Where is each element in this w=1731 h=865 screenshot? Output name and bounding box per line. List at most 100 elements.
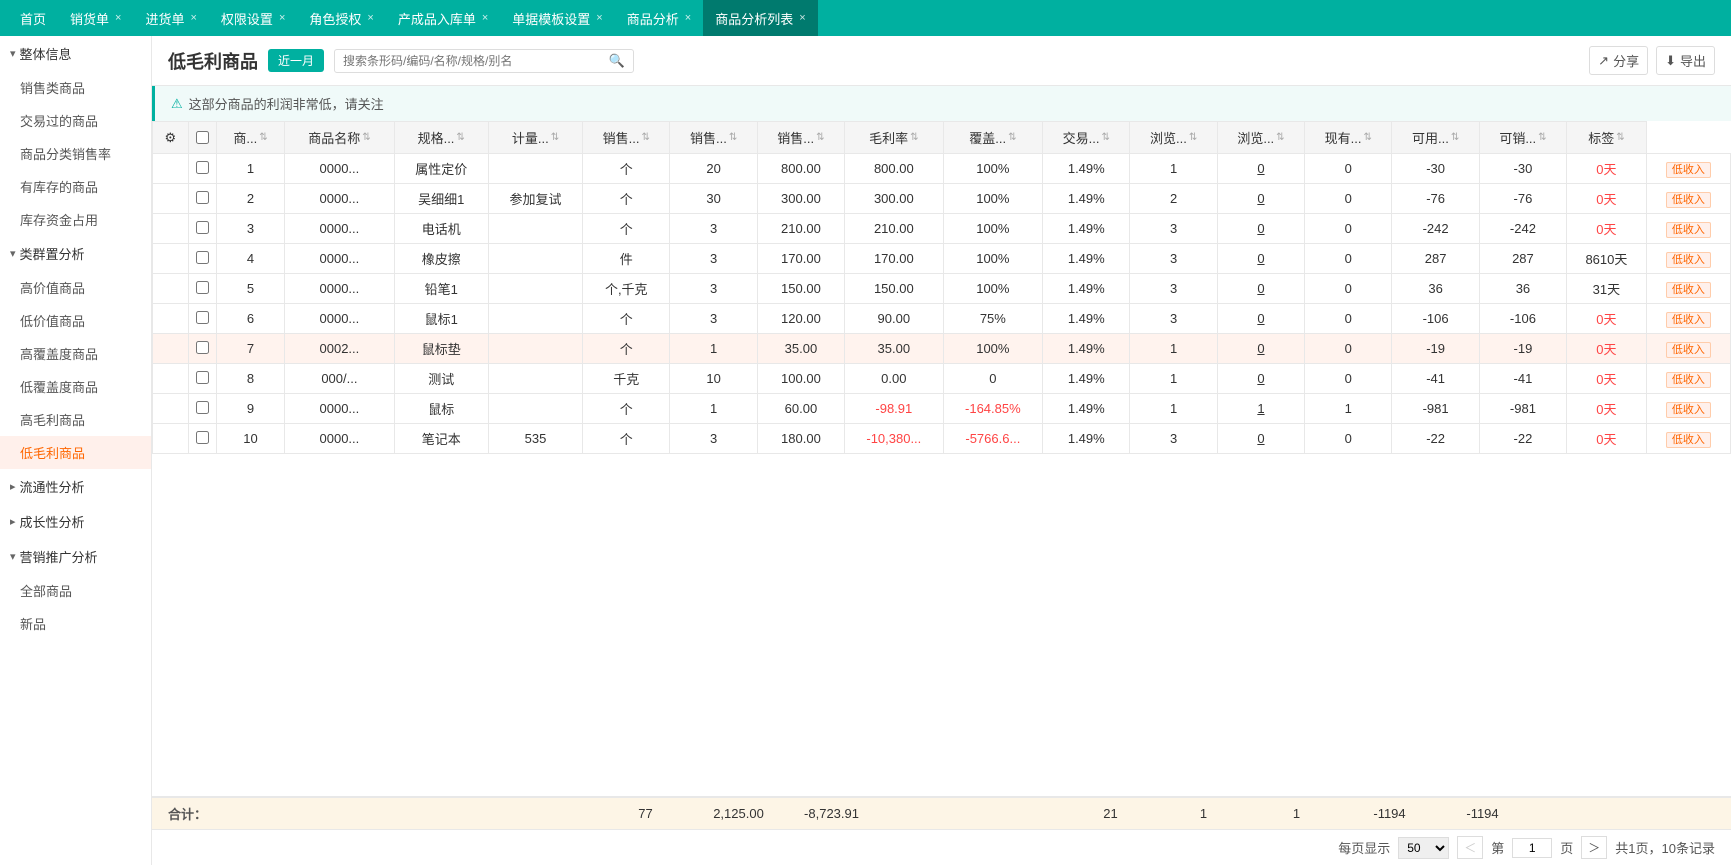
close-icon[interactable]: × bbox=[596, 12, 602, 24]
cell-browse1[interactable]: 0 bbox=[1217, 154, 1304, 184]
row-checkbox[interactable] bbox=[196, 281, 209, 294]
close-icon[interactable]: × bbox=[685, 12, 691, 24]
sidebar-item-high-coverage[interactable]: 高覆盖度商品 bbox=[0, 337, 151, 370]
date-filter-button[interactable]: 近一月 bbox=[268, 49, 324, 72]
cell-browse1[interactable]: 1 bbox=[1217, 394, 1304, 424]
cell-browse1[interactable]: 0 bbox=[1217, 424, 1304, 454]
close-icon[interactable]: × bbox=[482, 12, 488, 24]
cell-browse1[interactable]: 0 bbox=[1217, 184, 1304, 214]
sidebar-item-high-margin[interactable]: 高毛利商品 bbox=[0, 403, 151, 436]
select-all-checkbox[interactable] bbox=[196, 131, 209, 144]
nav-product-analysis[interactable]: 商品分析 × bbox=[615, 0, 703, 36]
nav-role-auth[interactable]: 角色授权 × bbox=[297, 0, 385, 36]
cell-browse1[interactable]: 0 bbox=[1217, 364, 1304, 394]
col-name[interactable]: 商品名称 ⇅ bbox=[285, 122, 394, 154]
cell-name[interactable]: 鼠标垫 bbox=[394, 334, 488, 364]
col-browse1[interactable]: 浏览... ⇅ bbox=[1130, 122, 1217, 154]
search-icon[interactable]: 🔍 bbox=[609, 53, 625, 69]
sidebar-item-inventory-capital[interactable]: 库存资金占用 bbox=[0, 203, 151, 236]
cell-name[interactable]: 鼠标1 bbox=[394, 304, 488, 334]
col-saleable[interactable]: 可销... ⇅ bbox=[1479, 122, 1566, 154]
search-input[interactable] bbox=[343, 54, 605, 68]
sidebar-group-cluster-analysis[interactable]: ▾ 类群置分析 bbox=[0, 236, 151, 271]
cell-browse1[interactable]: 0 bbox=[1217, 214, 1304, 244]
cell-browse1[interactable]: 0 bbox=[1217, 334, 1304, 364]
cell-checkbox[interactable] bbox=[188, 334, 216, 364]
row-checkbox[interactable] bbox=[196, 341, 209, 354]
row-checkbox[interactable] bbox=[196, 161, 209, 174]
cell-checkbox[interactable] bbox=[188, 424, 216, 454]
cell-name[interactable]: 铅笔1 bbox=[394, 274, 488, 304]
close-icon[interactable]: × bbox=[190, 12, 196, 24]
row-checkbox[interactable] bbox=[196, 401, 209, 414]
nav-product-inbound[interactable]: 产成品入库单 × bbox=[386, 0, 500, 36]
sidebar-item-category-sales-rate[interactable]: 商品分类销售率 bbox=[0, 137, 151, 170]
sidebar-group-circulation-analysis[interactable]: ▸ 流通性分析 bbox=[0, 469, 151, 504]
sidebar-item-low-margin[interactable]: 低毛利商品 bbox=[0, 436, 151, 469]
cell-checkbox[interactable] bbox=[188, 184, 216, 214]
per-page-select[interactable]: 50 100 bbox=[1398, 837, 1449, 859]
prev-page-button[interactable]: ＜ bbox=[1457, 836, 1483, 859]
col-sale-profit[interactable]: 销售... ⇅ bbox=[757, 122, 844, 154]
row-checkbox[interactable] bbox=[196, 221, 209, 234]
sidebar-item-low-coverage[interactable]: 低覆盖度商品 bbox=[0, 370, 151, 403]
col-gross-rate[interactable]: 毛利率 ⇅ bbox=[845, 122, 944, 154]
col-available[interactable]: 可用... ⇅ bbox=[1392, 122, 1479, 154]
row-checkbox[interactable] bbox=[196, 371, 209, 384]
close-icon[interactable]: × bbox=[367, 12, 373, 24]
close-icon[interactable]: × bbox=[279, 12, 285, 24]
cell-checkbox[interactable] bbox=[188, 214, 216, 244]
cell-checkbox[interactable] bbox=[188, 154, 216, 184]
cell-browse1[interactable]: 0 bbox=[1217, 274, 1304, 304]
nav-purchase-order[interactable]: 进货单 × bbox=[133, 0, 208, 36]
cell-name[interactable]: 鼠标 bbox=[394, 394, 488, 424]
cell-name[interactable]: 笔记本 bbox=[394, 424, 488, 454]
cell-name[interactable]: 吴细细1 bbox=[394, 184, 488, 214]
cell-name[interactable]: 橡皮擦 bbox=[394, 244, 488, 274]
sidebar-group-growth-analysis[interactable]: ▸ 成长性分析 bbox=[0, 504, 151, 539]
cell-checkbox[interactable] bbox=[188, 364, 216, 394]
cell-name[interactable]: 电话机 bbox=[394, 214, 488, 244]
row-checkbox[interactable] bbox=[196, 191, 209, 204]
export-button[interactable]: ⬇ 导出 bbox=[1656, 46, 1715, 75]
row-checkbox[interactable] bbox=[196, 431, 209, 444]
col-trade-times[interactable]: 交易... ⇅ bbox=[1043, 122, 1130, 154]
col-unit[interactable]: 计量... ⇅ bbox=[488, 122, 582, 154]
nav-home[interactable]: 首页 bbox=[8, 0, 58, 36]
row-checkbox[interactable] bbox=[196, 311, 209, 324]
sidebar-item-low-value[interactable]: 低价值商品 bbox=[0, 304, 151, 337]
col-current[interactable]: 现有... ⇅ bbox=[1305, 122, 1392, 154]
sidebar-item-traded-products[interactable]: 交易过的商品 bbox=[0, 104, 151, 137]
row-checkbox[interactable] bbox=[196, 251, 209, 264]
nav-permission-settings[interactable]: 权限设置 × bbox=[209, 0, 297, 36]
cell-name[interactable]: 测试 bbox=[394, 364, 488, 394]
col-code[interactable]: 商... ⇅ bbox=[216, 122, 284, 154]
sidebar-item-stocked-products[interactable]: 有库存的商品 bbox=[0, 170, 151, 203]
nav-product-analysis-list[interactable]: 商品分析列表 × bbox=[703, 0, 817, 36]
cell-checkbox[interactable] bbox=[188, 394, 216, 424]
col-spec[interactable]: 规格... ⇅ bbox=[394, 122, 488, 154]
cell-browse1[interactable]: 0 bbox=[1217, 244, 1304, 274]
col-browse2[interactable]: 浏览... ⇅ bbox=[1217, 122, 1304, 154]
sidebar-group-marketing-analysis[interactable]: ▾ 营销推广分析 bbox=[0, 539, 151, 574]
nav-sales-order[interactable]: 销货单 × bbox=[58, 0, 133, 36]
cell-checkbox[interactable] bbox=[188, 244, 216, 274]
sidebar-item-high-value[interactable]: 高价值商品 bbox=[0, 271, 151, 304]
next-page-button[interactable]: ＞ bbox=[1581, 836, 1607, 859]
cell-name[interactable]: 属性定价 bbox=[394, 154, 488, 184]
col-settings[interactable]: ⚙ bbox=[153, 122, 189, 154]
col-coverage[interactable]: 覆盖... ⇅ bbox=[943, 122, 1043, 154]
sidebar-item-all-products[interactable]: 全部商品 bbox=[0, 574, 151, 607]
col-checkbox[interactable] bbox=[188, 122, 216, 154]
col-sale-amt[interactable]: 销售... ⇅ bbox=[670, 122, 757, 154]
sidebar-item-sales-products[interactable]: 销售类商品 bbox=[0, 71, 151, 104]
close-icon[interactable]: × bbox=[115, 12, 121, 24]
close-icon[interactable]: × bbox=[799, 12, 805, 24]
sidebar-group-overall-info[interactable]: ▾ 整体信息 bbox=[0, 36, 151, 71]
page-input[interactable] bbox=[1512, 838, 1552, 858]
share-button[interactable]: ↗ 分享 bbox=[1589, 46, 1648, 75]
nav-template-settings[interactable]: 单据模板设置 × bbox=[500, 0, 614, 36]
cell-checkbox[interactable] bbox=[188, 274, 216, 304]
col-tag[interactable]: 标签 ⇅ bbox=[1567, 122, 1647, 154]
cell-browse1[interactable]: 0 bbox=[1217, 304, 1304, 334]
